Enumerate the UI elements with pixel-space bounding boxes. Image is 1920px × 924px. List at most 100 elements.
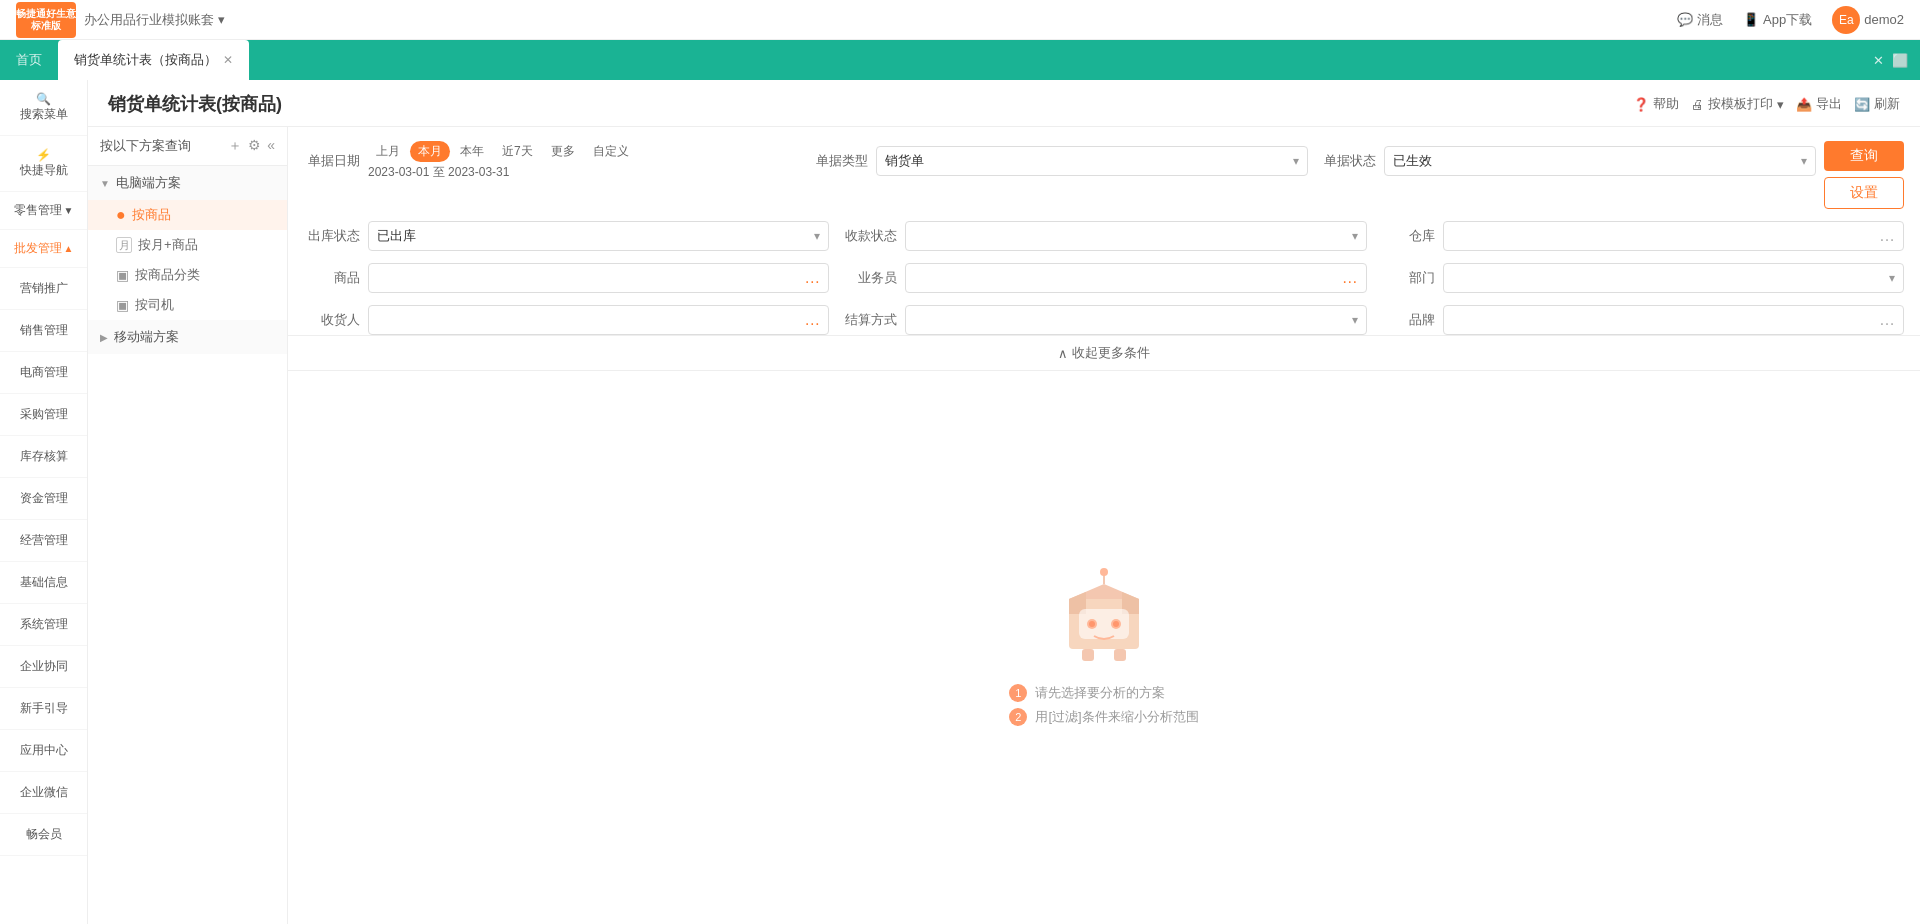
help-icon: ❓	[1633, 97, 1649, 112]
message-btn[interactable]: 💬 消息	[1677, 11, 1723, 29]
chevron-down-icon: ▾	[218, 12, 225, 27]
sidebar-item-newbie[interactable]: 新手引导	[0, 688, 87, 730]
maximize-icon[interactable]: ⬜	[1892, 53, 1908, 68]
date-last-month[interactable]: 上月	[368, 141, 408, 162]
svg-point-8	[1113, 621, 1119, 627]
scheme-item-by-goods[interactable]: ● 按商品	[88, 200, 287, 230]
sidebar-item-system[interactable]: 系统管理	[0, 604, 87, 646]
sidebar-item-wholesale[interactable]: 批发管理 ▲	[0, 230, 87, 268]
sidebar-item-enterprise[interactable]: 企业协同	[0, 646, 87, 688]
dept-input[interactable]: ▾	[1443, 263, 1904, 293]
export-btn[interactable]: 📤 导出	[1796, 95, 1842, 113]
refresh-btn[interactable]: 🔄 刷新	[1854, 95, 1900, 113]
scheme-item-by-month-goods[interactable]: 月 按月+商品	[88, 230, 287, 260]
filter-row-1: 单据日期 上月 本月 本年 近7天 更多 自定义	[304, 141, 1904, 209]
filter-settlement: 结算方式 ▾	[841, 305, 1366, 335]
chevron-down-icon: ▾	[1352, 229, 1358, 243]
date-more[interactable]: 更多	[543, 141, 583, 162]
doc-status-input[interactable]: 已生效 ▾	[1384, 146, 1816, 176]
download-icon: 📱	[1743, 12, 1759, 27]
tab-sales-stat[interactable]: 销货单统计表（按商品） ✕	[58, 40, 249, 80]
main-layout: 🔍 搜索菜单 ⚡ 快捷导航 零售管理 ▼ 批发管理 ▲ 营销推广 销售管理 电商…	[0, 80, 1920, 924]
settlement-input[interactable]: ▾	[905, 305, 1366, 335]
warehouse-label: 仓库	[1379, 227, 1435, 245]
collapse-panel-btn[interactable]: «	[267, 137, 275, 155]
chevron-down-icon: ▾	[1352, 313, 1358, 327]
sidebar-item-purchase[interactable]: 采购管理	[0, 394, 87, 436]
settings-scheme-btn[interactable]: ⚙	[248, 137, 261, 155]
page-header: 销货单统计表(按商品) ❓ 帮助 🖨 按模板打印 ▾ 📤 导出 🔄 刷新	[88, 80, 1920, 127]
filter-and-result: 单据日期 上月 本月 本年 近7天 更多 自定义	[288, 127, 1920, 924]
date-this-year[interactable]: 本年	[452, 141, 492, 162]
scheme-icon: ●	[116, 206, 126, 224]
chevron-down-icon: ▾	[1801, 154, 1807, 168]
receiver-input[interactable]: …	[368, 305, 829, 335]
brand-input[interactable]: …	[1443, 305, 1904, 335]
sidebar-item-quick-nav[interactable]: ⚡ 快捷导航	[0, 136, 87, 192]
query-button[interactable]: 查询	[1824, 141, 1904, 171]
filter-row-1-grid: 单据日期 上月 本月 本年 近7天 更多 自定义	[304, 141, 1816, 181]
scheme-icon: 月	[116, 237, 132, 253]
filter-row-4: 收货人 … 结算方式 ▾	[304, 305, 1904, 335]
user-profile[interactable]: Ea demo2	[1832, 6, 1904, 34]
date-label: 单据日期	[304, 152, 360, 170]
date-custom[interactable]: 自定义	[585, 141, 637, 162]
goods-input[interactable]: …	[368, 263, 829, 293]
scheme-group-mobile: ▶ 移动端方案	[88, 320, 287, 354]
doc-type-input[interactable]: 销货单 ▾	[876, 146, 1308, 176]
warehouse-input[interactable]: …	[1443, 221, 1904, 251]
scheme-item-by-cashier[interactable]: ▣ 按司机	[88, 290, 287, 320]
content-wrapper: 按以下方案查询 ＋ ⚙ « ▼ 电脑端方案 ● 按商品	[88, 127, 1920, 924]
sidebar-item-inventory[interactable]: 库存核算	[0, 436, 87, 478]
refresh-icon: 🔄	[1854, 97, 1870, 112]
settlement-label: 结算方式	[841, 311, 897, 329]
add-scheme-btn[interactable]: ＋	[228, 137, 242, 155]
page-title: 销货单统计表(按商品)	[108, 92, 282, 126]
app-download-btn[interactable]: 📱 App下载	[1743, 11, 1812, 29]
pay-status-input[interactable]: ▾	[905, 221, 1366, 251]
sidebar-item-ecommerce[interactable]: 电商管理	[0, 352, 87, 394]
sidebar-item-operations[interactable]: 经营管理	[0, 520, 87, 562]
receiver-label: 收货人	[304, 311, 360, 329]
sidebar-item-sales[interactable]: 销售管理	[0, 310, 87, 352]
chevron-down-icon: ▼	[64, 205, 74, 216]
sidebar-item-marketing[interactable]: 营销推广	[0, 268, 87, 310]
out-status-input[interactable]: 已出库 ▾	[368, 221, 829, 251]
scheme-item-by-category[interactable]: ▣ 按商品分类	[88, 260, 287, 290]
sidebar-item-search-menu[interactable]: 🔍 搜索菜单	[0, 80, 87, 136]
scheme-group-pc-header[interactable]: ▼ 电脑端方案	[88, 166, 287, 200]
filter-receiver: 收货人 …	[304, 305, 829, 335]
sidebar-item-retail[interactable]: 零售管理 ▼	[0, 192, 87, 230]
minimize-icon[interactable]: ✕	[1873, 53, 1884, 68]
tabbar: 首页 销货单统计表（按商品） ✕ ✕ ⬜	[0, 40, 1920, 80]
salesperson-input[interactable]: …	[905, 263, 1366, 293]
nav-icon: ⚡	[8, 148, 79, 162]
date-this-month[interactable]: 本月	[410, 141, 450, 162]
date-last-7days[interactable]: 近7天	[494, 141, 541, 162]
chevron-down-icon: ▾	[1293, 154, 1299, 168]
date-range-value: 2023-03-01 至 2023-03-31	[368, 164, 800, 181]
sidebar-item-finance[interactable]: 资金管理	[0, 478, 87, 520]
collapse-btn[interactable]: ∧ 收起更多条件	[1058, 344, 1150, 362]
empty-state: 1 请先选择要分析的方案 2 用[过滤]条件来缩小分析范围	[288, 371, 1920, 924]
sidebar-item-member[interactable]: 畅会员	[0, 814, 87, 856]
help-btn[interactable]: ❓ 帮助	[1633, 95, 1679, 113]
scheme-icon: ▣	[116, 267, 129, 283]
doc-type-label: 单据类型	[812, 152, 868, 170]
app-selector[interactable]: 办公用品行业模拟账套 ▾	[84, 11, 225, 29]
doc-status-label: 单据状态	[1320, 152, 1376, 170]
chevron-down-icon: ▾	[1777, 97, 1784, 112]
tab-close-icon[interactable]: ✕	[223, 53, 233, 67]
svg-point-10	[1100, 568, 1108, 576]
scheme-group-mobile-header[interactable]: ▶ 移动端方案	[88, 320, 287, 354]
page-actions: ❓ 帮助 🖨 按模板打印 ▾ 📤 导出 🔄 刷新	[1633, 95, 1900, 123]
empty-illustration	[1044, 564, 1164, 664]
tab-home[interactable]: 首页	[0, 40, 58, 80]
dept-label: 部门	[1379, 269, 1435, 287]
sidebar-item-apps[interactable]: 应用中心	[0, 730, 87, 772]
sidebar-item-basic[interactable]: 基础信息	[0, 562, 87, 604]
sidebar-item-wechat[interactable]: 企业微信	[0, 772, 87, 814]
template-print-btn[interactable]: 🖨 按模板打印 ▾	[1691, 95, 1784, 113]
setup-button[interactable]: 设置	[1824, 177, 1904, 209]
filter-goods: 商品 …	[304, 263, 829, 293]
